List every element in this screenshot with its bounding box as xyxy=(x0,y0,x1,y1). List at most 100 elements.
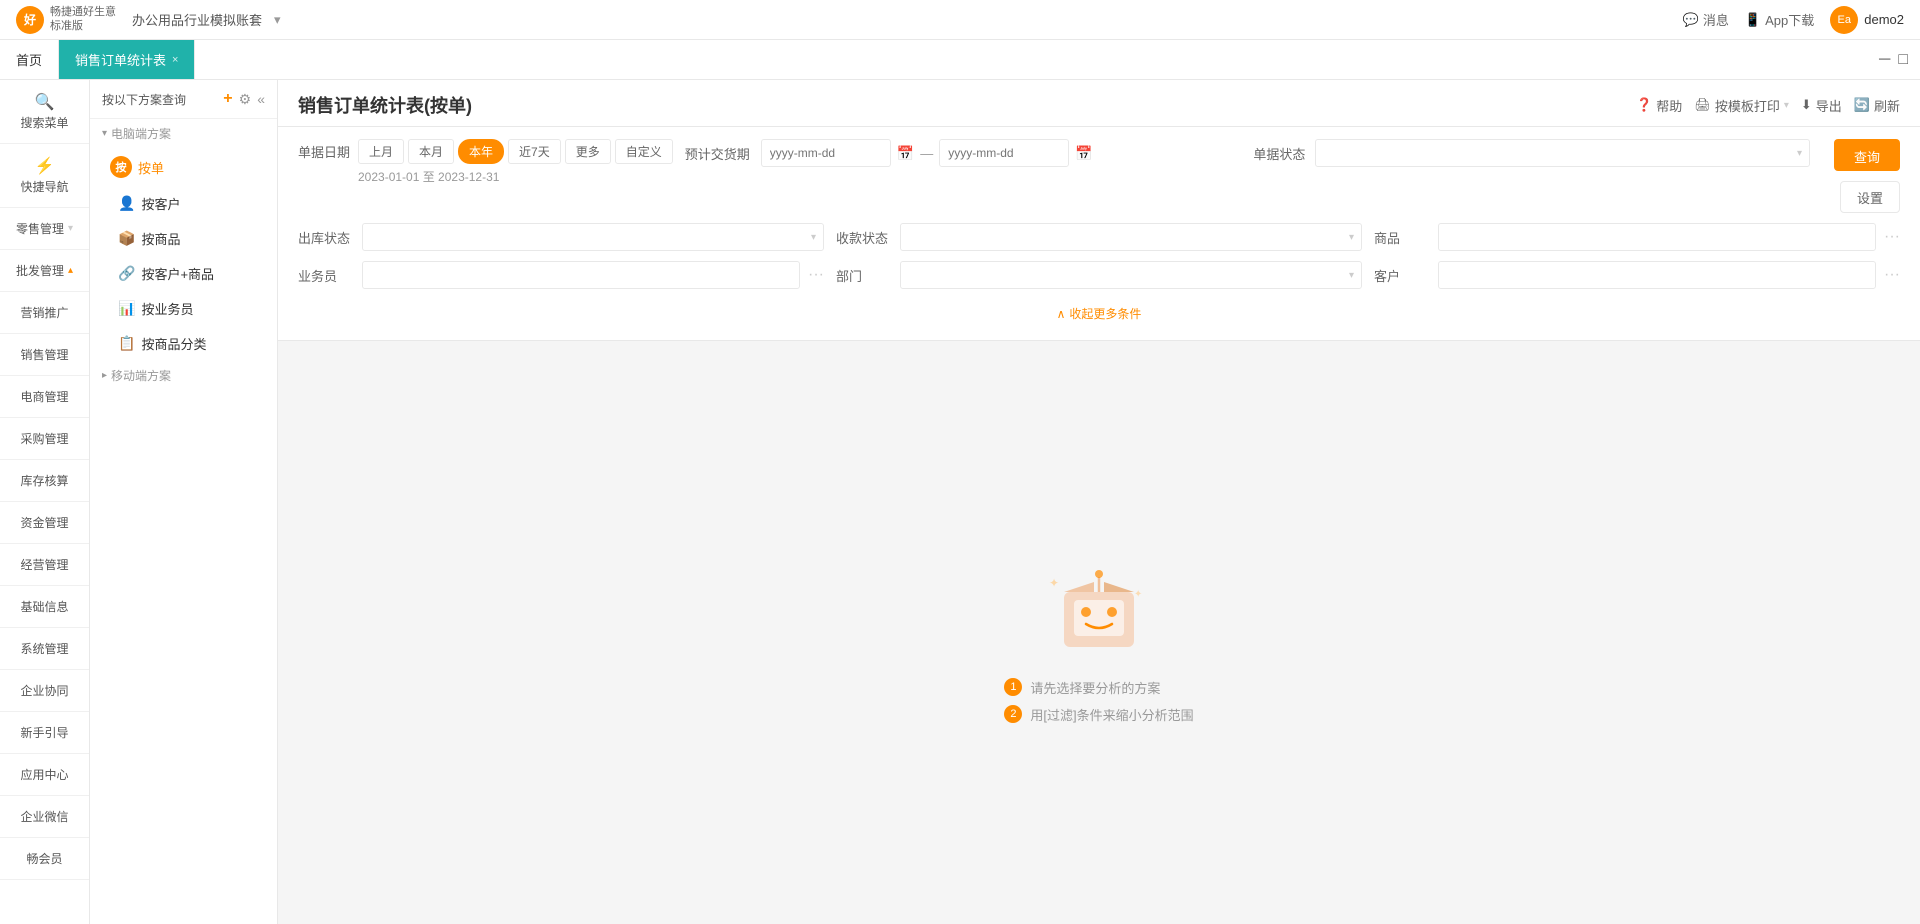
sidebar-item-operations[interactable]: 经营管理 xyxy=(0,544,89,586)
sidebar-item-system[interactable]: 系统管理 xyxy=(0,628,89,670)
collapse-panel-button[interactable]: « xyxy=(257,91,265,107)
filter-row-1: 单据日期 上月 本月 本年 近7天 更多 自定义 2023-01-01 至 20… xyxy=(298,139,1900,213)
left-panel: 按以下方案查询 + ⚙ « ▾ 电脑端方案 按 按单 👤 按客户 xyxy=(90,80,278,924)
delivery-status-wrap: ▾ xyxy=(362,223,824,251)
query-button[interactable]: 查询 xyxy=(1834,139,1900,171)
order-status-select[interactable] xyxy=(1315,139,1810,167)
payment-status-label: 收款状态 xyxy=(836,228,892,247)
page-actions: ❓ 帮助 🖨 按模板打印 ▾ ⬇ 导出 🔄 刷新 xyxy=(1636,96,1900,115)
sidebar-item-sales[interactable]: 销售管理 xyxy=(0,334,89,376)
template-print-button[interactable]: 🖨 按模板打印 ▾ xyxy=(1694,96,1789,115)
date-btn-last-month[interactable]: 上月 xyxy=(358,139,404,164)
refresh-button[interactable]: 🔄 刷新 xyxy=(1854,96,1900,115)
filter-row-3: 业务员 ··· 部门 ▾ 客户 xyxy=(298,261,1900,289)
tab-close-icon[interactable]: × xyxy=(172,54,178,66)
date-btn-more[interactable]: 更多 xyxy=(565,139,611,164)
sidebar-item-quick-nav[interactable]: ⚡ 快捷导航 xyxy=(0,144,89,208)
mobile-section-header[interactable]: ▸ 移动端方案 xyxy=(90,361,277,390)
empty-svg: ✦ ✦ xyxy=(1039,542,1159,662)
settings-button[interactable]: 设置 xyxy=(1840,181,1900,213)
tip-num-2: 2 xyxy=(1004,705,1022,723)
sidebar-item-newbie[interactable]: 新手引导 xyxy=(0,712,89,754)
pc-section-header[interactable]: ▾ 电脑端方案 xyxy=(90,119,277,148)
main-layout: 🔍 搜索菜单 ⚡ 快捷导航 零售管理 ▾ 批发管理 ▴ 营销推广 销售管理 电商… xyxy=(0,80,1920,924)
department-select-wrap: ▾ xyxy=(900,261,1362,289)
tree-item-by-customer[interactable]: 👤 按客户 xyxy=(90,186,277,221)
date-btn-this-year[interactable]: 本年 xyxy=(458,139,504,164)
help-icon: ❓ xyxy=(1636,97,1652,113)
payment-status-wrap: ▾ xyxy=(900,223,1362,251)
svg-text:✦: ✦ xyxy=(1049,576,1059,590)
customer-more-icon[interactable]: ··· xyxy=(1884,266,1900,284)
collapse-row: ∧ 收起更多条件 xyxy=(298,299,1900,328)
customer-input[interactable] xyxy=(1438,261,1876,289)
sidebar-item-purchase[interactable]: 采购管理 xyxy=(0,418,89,460)
tab-home[interactable]: 首页 xyxy=(0,40,59,79)
sidebar-item-member[interactable]: 畅会员 xyxy=(0,838,89,880)
sidebar-item-search-menu[interactable]: 🔍 搜索菜单 xyxy=(0,80,89,144)
print-dropdown-icon: ▾ xyxy=(1784,100,1789,111)
tab-sales-order[interactable]: 销售订单统计表 × xyxy=(59,40,195,79)
print-icon: 🖨 xyxy=(1694,97,1711,113)
calendar-start-icon[interactable]: 📅 xyxy=(897,145,914,162)
customer-cell: 客户 ··· xyxy=(1374,261,1900,289)
sidebar-item-inventory[interactable]: 库存核算 xyxy=(0,460,89,502)
content-area: 按以下方案查询 + ⚙ « ▾ 电脑端方案 按 按单 👤 按客户 xyxy=(90,80,1920,924)
left-panel-header: 按以下方案查询 + ⚙ « xyxy=(90,80,277,119)
sidebar-item-app-center[interactable]: 应用中心 xyxy=(0,754,89,796)
export-button[interactable]: ⬇ 导出 xyxy=(1801,96,1842,115)
date-filter-label: 单据日期 xyxy=(298,142,354,161)
left-panel-actions: + ⚙ « xyxy=(223,90,265,108)
sidebar-item-enterprise-wechat[interactable]: 企业微信 xyxy=(0,796,89,838)
user-menu[interactable]: Ea demo2 xyxy=(1830,6,1904,34)
settings-scheme-button[interactable]: ⚙ xyxy=(239,91,252,108)
date-btn-7days[interactable]: 近7天 xyxy=(508,139,561,164)
date-btn-this-month[interactable]: 本月 xyxy=(408,139,454,164)
delivery-status-select[interactable] xyxy=(362,223,824,251)
collapse-button[interactable]: ∧ 收起更多条件 xyxy=(1051,299,1148,328)
tab-bar: 首页 销售订单统计表 × ─ □ xyxy=(0,40,1920,80)
calendar-end-icon[interactable]: 📅 xyxy=(1075,145,1092,162)
predicted-date-start-input[interactable] xyxy=(761,139,891,167)
sidebar-item-retail[interactable]: 零售管理 ▾ xyxy=(0,208,89,250)
help-button[interactable]: ❓ 帮助 xyxy=(1636,96,1682,115)
tree-item-by-product[interactable]: 📦 按商品 xyxy=(90,221,277,256)
product-more-icon[interactable]: ··· xyxy=(1884,228,1900,246)
tree-item-by-category[interactable]: 📋 按商品分类 xyxy=(90,326,277,361)
combo-icon: 🔗 xyxy=(118,265,135,282)
tree-item-by-order[interactable]: 按 按单 xyxy=(90,148,277,186)
payment-status-select[interactable] xyxy=(900,223,1362,251)
collapse-label: 收起更多条件 xyxy=(1069,305,1141,322)
product-input[interactable] xyxy=(1438,223,1876,251)
product-cell: 商品 ··· xyxy=(1374,223,1900,251)
sidebar-item-marketing[interactable]: 营销推广 xyxy=(0,292,89,334)
date-separator: — xyxy=(920,146,933,161)
app-download-button[interactable]: 📱 App下载 xyxy=(1745,10,1814,29)
nav-icon: ⚡ xyxy=(8,156,81,176)
salesperson-more-icon[interactable]: ··· xyxy=(808,266,824,284)
department-select[interactable] xyxy=(900,261,1362,289)
sidebar-item-wholesale[interactable]: 批发管理 ▴ xyxy=(0,250,89,292)
payment-status-cell: 收款状态 ▾ xyxy=(836,223,1362,251)
predicted-date-end-input[interactable] xyxy=(939,139,1069,167)
customer-icon: 👤 xyxy=(118,195,135,212)
app-dropdown-arrow[interactable]: ▾ xyxy=(274,12,281,28)
tab-minimize-button[interactable]: ─ xyxy=(1879,51,1890,69)
tab-maximize-button[interactable]: □ xyxy=(1898,51,1908,69)
empty-illustration: ✦ ✦ xyxy=(1039,542,1159,662)
empty-tips: 1 请先选择要分析的方案 2 用[过滤]条件来缩小分析范围 xyxy=(1004,678,1193,724)
tree-item-by-customer-product[interactable]: 🔗 按客户+商品 xyxy=(90,256,277,291)
add-scheme-button[interactable]: + xyxy=(223,90,232,108)
customer-label: 客户 xyxy=(1374,266,1430,285)
date-btn-custom[interactable]: 自定义 xyxy=(615,139,673,164)
message-button[interactable]: 💬 消息 xyxy=(1683,10,1729,29)
sidebar-item-enterprise[interactable]: 企业协同 xyxy=(0,670,89,712)
top-bar-right: 💬 消息 📱 App下载 Ea demo2 xyxy=(1683,6,1904,34)
sidebar-item-finance[interactable]: 资金管理 xyxy=(0,502,89,544)
sidebar-item-ecommerce[interactable]: 电商管理 xyxy=(0,376,89,418)
sidebar-item-basic[interactable]: 基础信息 xyxy=(0,586,89,628)
salesperson-input[interactable] xyxy=(362,261,800,289)
svg-text:✦: ✦ xyxy=(1134,589,1142,600)
tree-item-by-salesperson[interactable]: 📊 按业务员 xyxy=(90,291,277,326)
order-status-label: 单据状态 xyxy=(1253,144,1309,163)
